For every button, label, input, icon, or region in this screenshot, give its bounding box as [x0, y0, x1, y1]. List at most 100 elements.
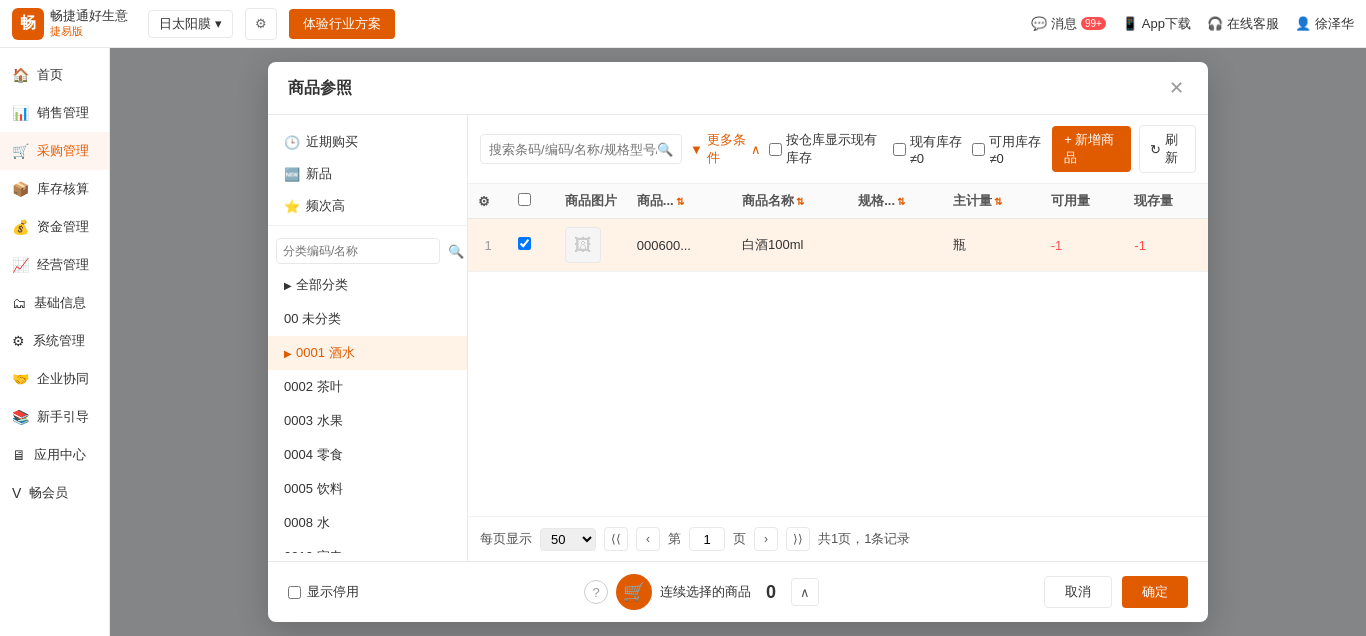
page-size-select[interactable]: 50 20 100: [540, 528, 596, 551]
logo-area: 畅 畅捷通好生意 捷易版: [12, 8, 128, 40]
search-icon[interactable]: 🔍: [657, 142, 673, 157]
settings-icon[interactable]: ⚙: [245, 8, 277, 40]
message-badge: 99+: [1081, 17, 1106, 30]
product-table-wrap: ⚙ 商品图片 商品... ⇅: [468, 184, 1208, 516]
last-page-button[interactable]: ⟩⟩: [786, 527, 810, 551]
chevron-down-icon: ▾: [215, 16, 222, 31]
category-search-button[interactable]: 🔍: [444, 239, 468, 263]
th-name[interactable]: 商品名称 ⇅: [732, 184, 848, 219]
row-checkbox-cell[interactable]: [508, 219, 555, 272]
add-product-button[interactable]: + 新增商品: [1052, 126, 1130, 172]
sidebar-item-inventory[interactable]: 📦 库存核算: [0, 170, 109, 208]
th-code[interactable]: 商品... ⇅: [627, 184, 732, 219]
modal-right-panel: 🔍 ▼ 更多条件 ∧ 按仓库显示现有库存: [468, 115, 1208, 561]
category-item-uncategorized[interactable]: 00 未分类: [268, 302, 467, 336]
user-button[interactable]: 👤 徐泽华: [1295, 15, 1354, 33]
new-product-item[interactable]: 🆕 新品: [276, 159, 459, 189]
first-page-button[interactable]: ⟨⟨: [604, 527, 628, 551]
next-page-button[interactable]: ›: [754, 527, 778, 551]
sidebar-item-home[interactable]: 🏠 首页: [0, 56, 109, 94]
content-area: 商品参照 ✕ 🕒 近期购买 🆕: [110, 48, 1366, 636]
app-download-button[interactable]: 📱 App下载: [1122, 15, 1191, 33]
modal-left-panel: 🕒 近期购买 🆕 新品 ⭐ 频次高: [268, 115, 468, 561]
mobile-icon: 📱: [1122, 16, 1138, 31]
sidebar-item-purchase[interactable]: 🛒 采购管理: [0, 132, 109, 170]
category-all-item[interactable]: ▶ 全部分类: [268, 268, 467, 302]
row-checkbox[interactable]: [518, 237, 531, 250]
trial-button[interactable]: 体验行业方案: [289, 9, 395, 39]
category-item-beverage[interactable]: 0005 饮料: [268, 472, 467, 506]
page-number-input[interactable]: [689, 527, 725, 551]
store-dropdown[interactable]: 日太阳膜 ▾: [148, 10, 233, 38]
logo-text: 畅捷通好生意 捷易版: [50, 8, 128, 39]
active-arrow-icon: ▶: [284, 348, 292, 359]
category-item-water[interactable]: 0008 水: [268, 506, 467, 540]
nav-right: 💬 消息 99+ 📱 App下载 🎧 在线客服 👤 徐泽华: [1031, 15, 1354, 33]
finance-icon: 💰: [12, 219, 29, 235]
cart-collapse-button[interactable]: ∧: [791, 578, 819, 606]
product-image: 🖼: [565, 227, 601, 263]
th-unit[interactable]: 主计量 ⇅: [943, 184, 1041, 219]
warehouse-stock-checkbox-input[interactable]: [769, 143, 782, 156]
help-icon[interactable]: ?: [584, 580, 608, 604]
sales-icon: 📊: [12, 105, 29, 121]
sidebar-item-system[interactable]: ⚙ 系统管理: [0, 322, 109, 360]
row-code-cell: 000600...: [627, 219, 732, 272]
cart-icon[interactable]: 🛒: [616, 574, 652, 610]
messages-button[interactable]: 💬 消息 99+: [1031, 15, 1106, 33]
cancel-button[interactable]: 取消: [1044, 576, 1112, 608]
category-search-input[interactable]: [276, 238, 440, 264]
product-search-wrap: 🔍: [480, 134, 682, 164]
sidebar-item-guide[interactable]: 📚 新手引导: [0, 398, 109, 436]
sidebar-item-management[interactable]: 📈 经营管理: [0, 246, 109, 284]
basic-icon: 🗂: [12, 295, 26, 311]
sidebar-item-finance[interactable]: 💰 资金管理: [0, 208, 109, 246]
sidebar-item-apps[interactable]: 🖥 应用中心: [0, 436, 109, 474]
category-item-snack[interactable]: 0004 零食: [268, 438, 467, 472]
current-stock-checkbox[interactable]: 现有库存≠0: [893, 133, 965, 166]
show-disabled-checkbox[interactable]: 显示停用: [288, 583, 359, 601]
table-row[interactable]: 1 🖼 000600... 白酒100ml 瓶: [468, 219, 1208, 272]
warehouse-stock-checkbox[interactable]: 按仓库显示现有库存: [769, 131, 884, 167]
sort-icon-unit: ⇅: [994, 196, 1002, 207]
home-icon: 🏠: [12, 67, 29, 83]
customer-service-button[interactable]: 🎧 在线客服: [1207, 15, 1279, 33]
modal-title: 商品参照: [288, 78, 352, 99]
purchase-icon: 🛒: [12, 143, 29, 159]
sidebar-item-enterprise[interactable]: 🤝 企业协同: [0, 360, 109, 398]
product-search-input[interactable]: [489, 142, 657, 157]
sidebar-item-basic[interactable]: 🗂 基础信息: [0, 284, 109, 322]
category-item-liquor[interactable]: ▶ 0001 酒水: [268, 336, 467, 370]
th-stock: 现存量: [1124, 184, 1208, 219]
th-config[interactable]: ⚙: [468, 184, 508, 219]
category-list: ▶ 全部分类 00 未分类 ▶ 0001 酒水 0002 茶: [268, 268, 467, 553]
avatar: 👤: [1295, 16, 1311, 31]
modal-toolbar: 🔍 ▼ 更多条件 ∧ 按仓库显示现有库存: [468, 115, 1208, 184]
guide-icon: 📚: [12, 409, 29, 425]
available-stock-checkbox[interactable]: 可用库存≠0: [972, 133, 1044, 166]
select-all-checkbox[interactable]: [518, 193, 531, 206]
filter-button[interactable]: ▼ 更多条件 ∧: [690, 131, 761, 167]
recent-purchase-item[interactable]: 🕒 近期购买: [276, 127, 459, 157]
message-icon: 💬: [1031, 16, 1047, 31]
confirm-button[interactable]: 确定: [1122, 576, 1188, 608]
category-item-fruit[interactable]: 0003 水果: [268, 404, 467, 438]
frequent-item[interactable]: ⭐ 频次高: [276, 191, 459, 221]
category-item-tea[interactable]: 0002 茶叶: [268, 370, 467, 404]
available-stock-checkbox-input[interactable]: [972, 143, 985, 156]
show-disabled-input[interactable]: [288, 586, 301, 599]
sidebar-item-sales[interactable]: 📊 销售管理: [0, 94, 109, 132]
close-button[interactable]: ✕: [1164, 76, 1188, 100]
sort-icon-code: ⇅: [676, 196, 684, 207]
headset-icon: 🎧: [1207, 16, 1223, 31]
refresh-icon: ↻: [1150, 142, 1161, 157]
refresh-button[interactable]: ↻ 刷新: [1139, 125, 1196, 173]
current-stock-checkbox-input[interactable]: [893, 143, 906, 156]
category-item-appliance[interactable]: 0010 家电: [268, 540, 467, 553]
sidebar-item-vip[interactable]: V 畅会员: [0, 474, 109, 512]
chevron-up-icon: ∧: [751, 142, 761, 157]
apps-icon: 🖥: [12, 447, 26, 463]
row-available-cell: -1: [1041, 219, 1125, 272]
th-spec[interactable]: 规格... ⇅: [848, 184, 943, 219]
prev-page-button[interactable]: ‹: [636, 527, 660, 551]
